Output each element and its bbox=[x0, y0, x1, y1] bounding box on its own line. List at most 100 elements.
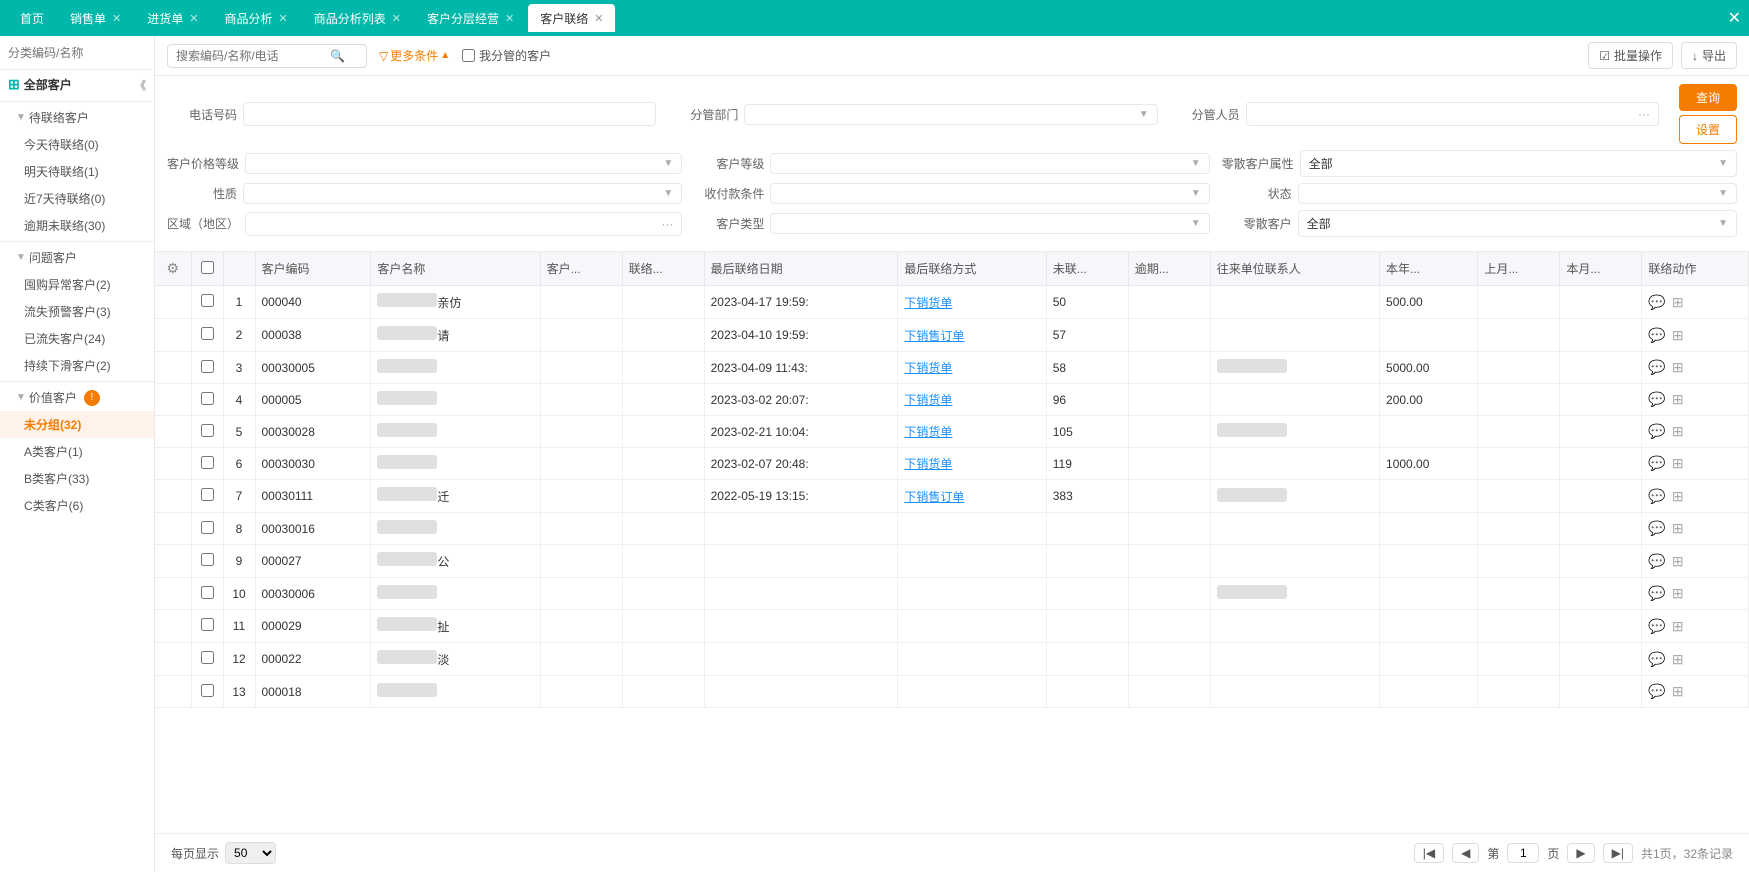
last-type-link[interactable]: 下销货单 bbox=[904, 457, 952, 471]
grid-action-icon[interactable]: ⊞ bbox=[1672, 423, 1684, 440]
th-last-type[interactable]: 最后联络方式 bbox=[898, 252, 1046, 286]
my-customers-check[interactable] bbox=[462, 49, 475, 62]
sidebar-item-tomorrow[interactable]: 明天待联络(1) bbox=[0, 158, 154, 185]
message-icon[interactable]: 💬 bbox=[1648, 488, 1665, 505]
th-name[interactable]: 客户名称 bbox=[371, 252, 540, 286]
retail-customer-select[interactable]: 全部 ▼ bbox=[1298, 210, 1737, 237]
sidebar-item-declining[interactable]: 持续下滑客户(2) bbox=[0, 352, 154, 379]
th-contact[interactable]: 联络... bbox=[622, 252, 704, 286]
grid-action-icon[interactable]: ⊞ bbox=[1672, 488, 1684, 505]
grid-action-icon[interactable]: ⊞ bbox=[1672, 683, 1684, 700]
close-purchase-icon[interactable]: ✕ bbox=[189, 12, 198, 25]
close-contact-icon[interactable]: ✕ bbox=[594, 12, 603, 25]
close-segment-icon[interactable]: ✕ bbox=[505, 12, 514, 25]
group-problem[interactable]: ▼ 问题客户 bbox=[0, 244, 154, 271]
nav-home[interactable]: 首页 bbox=[8, 4, 56, 32]
grid-action-icon[interactable]: ⊞ bbox=[1672, 359, 1684, 376]
page-input[interactable] bbox=[1507, 843, 1539, 863]
th-last-date[interactable]: 最后联络日期 bbox=[704, 252, 898, 286]
nav-tab-analysis[interactable]: 商品分析 ✕ bbox=[212, 4, 299, 32]
group-value[interactable]: ▼ 价值客户 ! bbox=[0, 384, 154, 411]
message-icon[interactable]: 💬 bbox=[1648, 651, 1665, 668]
message-icon[interactable]: 💬 bbox=[1648, 683, 1665, 700]
last-type-link[interactable]: 下销售订单 bbox=[904, 329, 964, 343]
first-page-btn[interactable]: |◀ bbox=[1414, 843, 1444, 863]
batch-ops-btn[interactable]: ☑ 批量操作 bbox=[1588, 42, 1673, 69]
message-icon[interactable]: 💬 bbox=[1648, 455, 1665, 472]
sidebar-item-b-class[interactable]: B类客户(33) bbox=[0, 465, 154, 492]
nature-select[interactable]: ▼ bbox=[243, 183, 682, 204]
select-all-checkbox[interactable] bbox=[201, 261, 214, 274]
message-icon[interactable]: 💬 bbox=[1648, 294, 1665, 311]
message-icon[interactable]: 💬 bbox=[1648, 359, 1665, 376]
sidebar-search-input[interactable] bbox=[8, 46, 155, 60]
sidebar-item-ungroup[interactable]: 未分组(32) bbox=[0, 411, 154, 438]
row-checkbox[interactable] bbox=[201, 424, 214, 437]
retail-attr-select[interactable]: 全部 ▼ bbox=[1300, 150, 1737, 177]
th-last-month[interactable]: 上月... bbox=[1478, 252, 1560, 286]
th-checkbox[interactable] bbox=[191, 252, 223, 286]
message-icon[interactable]: 💬 bbox=[1648, 553, 1665, 570]
row-checkbox[interactable] bbox=[201, 327, 214, 340]
sidebar-item-churned[interactable]: 已流失客户(24) bbox=[0, 325, 154, 352]
th-code[interactable]: 客户编码 bbox=[255, 252, 371, 286]
row-checkbox[interactable] bbox=[201, 488, 214, 501]
sidebar-item-7days[interactable]: 近7天待联络(0) bbox=[0, 185, 154, 212]
sidebar-item-today[interactable]: 今天待联络(0) bbox=[0, 131, 154, 158]
close-analysis-icon[interactable]: ✕ bbox=[279, 12, 288, 25]
nav-tab-purchase[interactable]: 进货单 ✕ bbox=[135, 4, 210, 32]
group-pending-contact[interactable]: ▼ 待联络客户 bbox=[0, 104, 154, 131]
manager-select[interactable]: ··· bbox=[1246, 102, 1659, 126]
nav-tab-customer-segment[interactable]: 客户分层经营 ✕ bbox=[415, 4, 526, 32]
status-select[interactable]: ▼ bbox=[1298, 183, 1737, 204]
grid-action-icon[interactable]: ⊞ bbox=[1672, 520, 1684, 537]
phone-input[interactable] bbox=[243, 102, 656, 126]
last-type-link[interactable]: 下销货单 bbox=[904, 425, 952, 439]
sidebar-item-abnormal[interactable]: 囤购异常客户(2) bbox=[0, 271, 154, 298]
th-unit-contact[interactable]: 往来单位联系人 bbox=[1210, 252, 1379, 286]
sidebar-item-overdue[interactable]: 逾期未联络(30) bbox=[0, 212, 154, 239]
grid-action-icon[interactable]: ⊞ bbox=[1672, 294, 1684, 311]
row-checkbox[interactable] bbox=[201, 684, 214, 697]
prev-page-btn[interactable]: ◀ bbox=[1452, 843, 1479, 863]
reset-btn[interactable]: 设置 bbox=[1679, 115, 1737, 144]
nav-tab-analysis-list[interactable]: 商品分析列表 ✕ bbox=[302, 4, 413, 32]
last-page-btn[interactable]: ▶| bbox=[1603, 843, 1633, 863]
settings-icon[interactable]: ⚙ bbox=[166, 260, 179, 276]
grid-action-icon[interactable]: ⊞ bbox=[1672, 553, 1684, 570]
th-no-contact[interactable]: 未联... bbox=[1046, 252, 1128, 286]
price-level-select[interactable]: ▼ bbox=[245, 153, 682, 174]
row-checkbox[interactable] bbox=[201, 618, 214, 631]
row-checkbox[interactable] bbox=[201, 392, 214, 405]
last-type-link[interactable]: 下销售订单 bbox=[904, 490, 964, 504]
sidebar-item-a-class[interactable]: A类客户(1) bbox=[0, 438, 154, 465]
search-icon[interactable]: 🔍 bbox=[330, 49, 345, 63]
row-checkbox[interactable] bbox=[201, 586, 214, 599]
grid-action-icon[interactable]: ⊞ bbox=[1672, 651, 1684, 668]
last-type-link[interactable]: 下销货单 bbox=[904, 361, 952, 375]
message-icon[interactable]: 💬 bbox=[1648, 423, 1665, 440]
th-this-month[interactable]: 本月... bbox=[1560, 252, 1642, 286]
row-checkbox[interactable] bbox=[201, 553, 214, 566]
region-select[interactable]: ··· bbox=[245, 212, 682, 236]
row-checkbox[interactable] bbox=[201, 360, 214, 373]
filter-more-btn[interactable]: ▽ 更多条件 ▲ bbox=[379, 47, 450, 64]
close-analysis-list-icon[interactable]: ✕ bbox=[392, 12, 401, 25]
my-customers-checkbox[interactable]: 我分管的客户 bbox=[462, 47, 551, 64]
th-settings[interactable]: ⚙ bbox=[155, 252, 191, 286]
sidebar-all-customers[interactable]: ⊞ 全部客户 《 bbox=[0, 70, 154, 99]
message-icon[interactable]: 💬 bbox=[1648, 585, 1665, 602]
row-checkbox[interactable] bbox=[201, 456, 214, 469]
message-icon[interactable]: 💬 bbox=[1648, 520, 1665, 537]
row-checkbox[interactable] bbox=[201, 294, 214, 307]
last-type-link[interactable]: 下销货单 bbox=[904, 296, 952, 310]
th-type[interactable]: 客户... bbox=[540, 252, 622, 286]
nav-tab-customer-contact[interactable]: 客户联络 ✕ bbox=[528, 4, 615, 32]
nav-tab-sales[interactable]: 销售单 ✕ bbox=[58, 4, 133, 32]
query-btn[interactable]: 查询 bbox=[1679, 84, 1737, 111]
sidebar-item-churn-warning[interactable]: 流失预警客户(3) bbox=[0, 298, 154, 325]
last-type-link[interactable]: 下销货单 bbox=[904, 393, 952, 407]
customer-type-select[interactable]: ▼ bbox=[770, 213, 1209, 234]
sidebar-item-c-class[interactable]: C类客户(6) bbox=[0, 492, 154, 519]
grid-action-icon[interactable]: ⊞ bbox=[1672, 585, 1684, 602]
